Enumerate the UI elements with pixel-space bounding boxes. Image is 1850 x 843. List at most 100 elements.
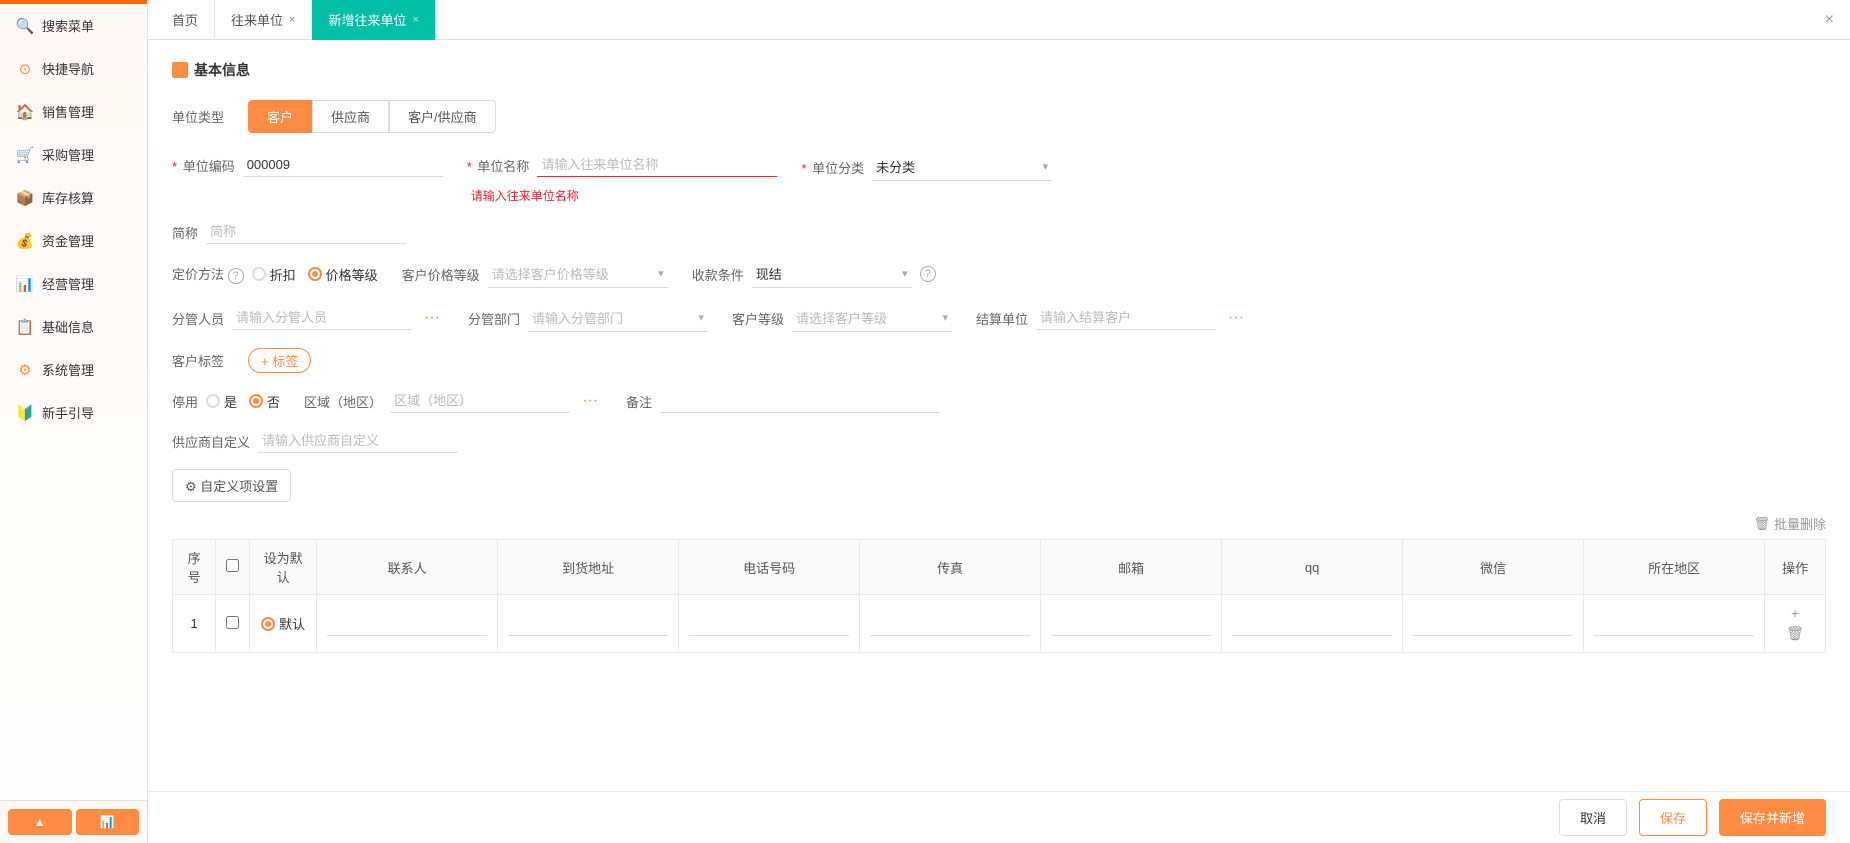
pricing-level-option[interactable]: 价格等级 [308,265,378,284]
remark-input[interactable] [660,389,940,413]
cell-default: 默认 [250,595,317,653]
code-field: * 单位编码 [172,153,443,177]
row-checkbox[interactable] [226,616,239,629]
customer-level-select[interactable]: 请选择客户等级 ▾ [792,304,952,332]
phone-input[interactable] [689,612,849,636]
sidebar-item-sales[interactable]: 🏠 销售管理 [0,90,147,133]
batch-delete-btn[interactable]: 🗑 批量删除 [1753,514,1826,533]
select-all-checkbox[interactable] [226,559,239,572]
cancel-button[interactable]: 取消 [1559,799,1627,836]
payment-terms-label: 收款条件 [692,265,744,284]
custom-settings-btn[interactable]: ⚙ 自定义项设置 [172,469,291,502]
operations-icon: 📊 [16,275,34,293]
category-select[interactable]: 未分类 ▾ [872,153,1052,181]
customer-price-level-select[interactable]: 请选择客户价格等级 ▾ [488,260,668,288]
disabled-yes-option[interactable]: 是 [206,392,237,411]
window-close-btn[interactable]: × [1817,11,1842,29]
disabled-label: 停用 [172,392,198,411]
customer-level-placeholder: 请选择客户等级 [796,308,938,327]
settlement-unit-input[interactable] [1036,306,1216,330]
wechat-input[interactable] [1413,612,1573,636]
supplier-custom-input[interactable] [258,429,458,453]
department-select[interactable]: 请输入分管部门 ▾ [528,304,708,332]
email-input[interactable] [1051,612,1211,636]
pricing-discount-radio[interactable] [252,267,266,281]
cell-phone[interactable] [679,595,860,653]
manager-more-btn[interactable]: ··· [420,309,444,327]
region-input[interactable] [390,389,570,413]
unit-type-both-btn[interactable]: 客户/供应商 [389,100,496,133]
contact-input[interactable] [327,612,487,636]
cell-region[interactable] [1584,595,1765,653]
col-seq: 序号 [173,540,216,595]
row-add-btn[interactable]: + [1787,603,1803,623]
cell-wechat[interactable] [1403,595,1584,653]
row-region-input[interactable] [1594,612,1754,636]
pricing-discount-option[interactable]: 折扣 [252,265,296,284]
tab-partners-close[interactable]: × [289,14,295,26]
sidebar-item-inventory[interactable]: 📦 库存核算 [0,176,147,219]
contacts-table: 序号 设为默认 联系人 到货地址 电话号码 传真 邮箱 qq 微信 所在地区 操… [172,539,1826,653]
disabled-no-radio[interactable] [249,394,263,408]
col-default: 设为默认 [250,540,317,595]
disabled-field: 停用 是 否 [172,392,280,411]
trash-icon: 🗑 [1753,516,1770,532]
sidebar-item-system[interactable]: ⚙ 系统管理 [0,348,147,391]
sidebar-item-guide[interactable]: 🔰 新手引导 [0,391,147,434]
pricing-help-icon[interactable]: ? [228,268,244,284]
payment-terms-select[interactable]: 现结 ▾ [752,260,912,288]
cell-qq[interactable] [1222,595,1403,653]
section-icon [172,62,188,78]
remark-field: 备注 [626,389,940,413]
sidebar-item-basics[interactable]: 📋 基础信息 [0,305,147,348]
col-actions: 操作 [1765,540,1826,595]
region-more-btn[interactable]: ··· [578,392,602,410]
fax-input[interactable] [870,612,1030,636]
customer-price-level-placeholder: 请选择客户价格等级 [492,264,654,283]
short-name-input[interactable] [206,220,406,244]
settlement-unit-more-btn[interactable]: ··· [1224,309,1248,327]
name-input[interactable] [537,153,777,177]
unit-type-customer-btn[interactable]: 客户 [248,100,312,133]
cell-address[interactable] [498,595,679,653]
disabled-yes-radio[interactable] [206,394,220,408]
tab-home[interactable]: 首页 [156,0,215,40]
sidebar-item-finance[interactable]: 💰 资金管理 [0,219,147,262]
col-email: 邮箱 [1041,540,1222,595]
table-header-row: 序号 设为默认 联系人 到货地址 电话号码 传真 邮箱 qq 微信 所在地区 操… [173,540,1826,595]
sidebar-item-search[interactable]: 🔍 搜索菜单 [0,4,147,47]
tab-new-partner-close[interactable]: × [412,14,418,26]
code-input[interactable] [243,153,443,177]
cell-fax[interactable] [860,595,1041,653]
row-delete-btn[interactable]: 🗑 [1782,623,1808,644]
save-new-button[interactable]: 保存并新增 [1719,799,1826,836]
sidebar-item-operations[interactable]: 📊 经营管理 [0,262,147,305]
cell-email[interactable] [1041,595,1222,653]
unit-type-supplier-btn[interactable]: 供应商 [312,100,389,133]
payment-terms-help-icon[interactable]: ? [920,266,936,282]
col-wechat: 微信 [1403,540,1584,595]
cell-contact[interactable] [317,595,498,653]
sidebar-item-quick-nav[interactable]: ⊙ 快捷导航 [0,47,147,90]
sidebar-item-label: 基础信息 [42,317,94,336]
sidebar: 🔍 搜索菜单 ⊙ 快捷导航 🏠 销售管理 🛒 采购管理 📦 库存核算 💰 资金管… [0,0,148,843]
manager-input[interactable] [232,306,412,330]
tab-partners[interactable]: 往来单位 × [215,0,312,40]
disabled-no-option[interactable]: 否 [249,392,280,411]
tag-add-btn[interactable]: + 标签 [248,348,311,373]
customer-price-level-chevron-icon: ▾ [658,267,664,280]
address-input[interactable] [508,612,668,636]
qq-input[interactable] [1232,612,1392,636]
sidebar-stats-btn[interactable]: 📊 [76,809,140,835]
customer-level-chevron-icon: ▾ [943,311,949,324]
disabled-radio-group: 是 否 [206,392,280,411]
row-default-radio[interactable] [261,617,275,631]
sidebar-collapse-btn[interactable]: ▲ [8,809,72,835]
sidebar-item-label: 系统管理 [42,360,94,379]
save-button[interactable]: 保存 [1639,799,1707,836]
pricing-level-radio[interactable] [308,267,322,281]
sidebar-item-purchase[interactable]: 🛒 采购管理 [0,133,147,176]
tab-new-partner[interactable]: 新增往来单位 × [312,0,435,40]
footer-bar: 取消 保存 保存并新增 [148,791,1850,843]
col-contact: 联系人 [317,540,498,595]
